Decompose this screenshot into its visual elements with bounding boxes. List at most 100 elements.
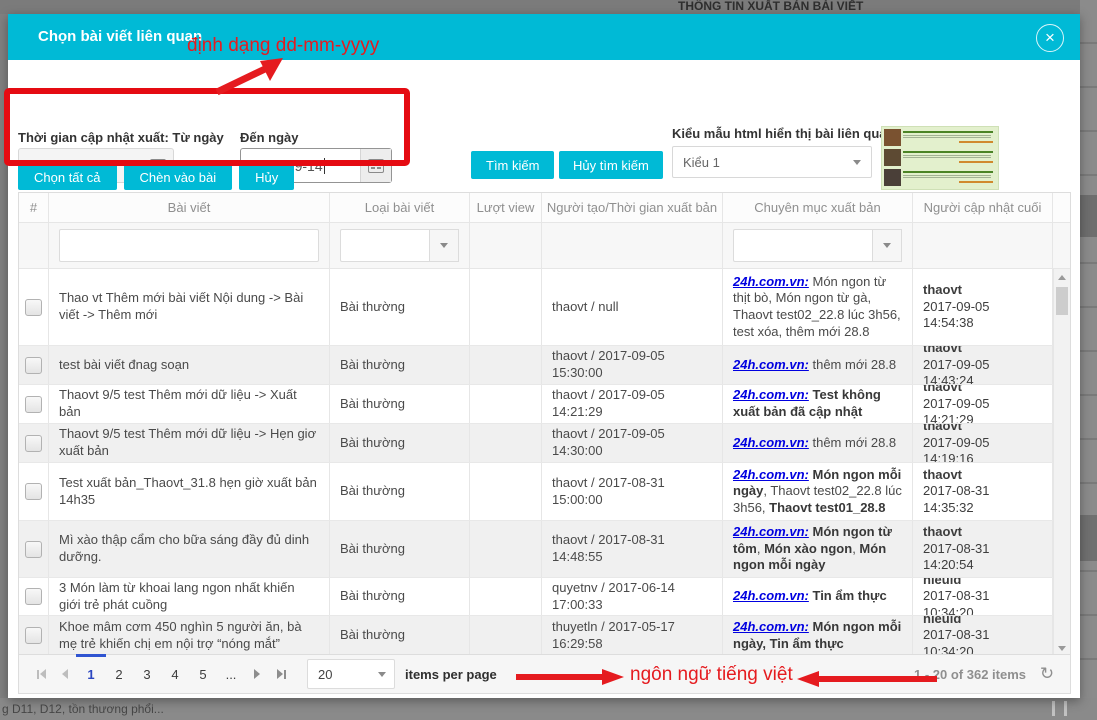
- article-title: Test xuất bản_Thaovt_31.8 hẹn giờ xuất b…: [49, 463, 330, 520]
- next-page-button[interactable]: [245, 661, 269, 687]
- page-size-value: 20: [318, 666, 333, 682]
- updater-name: hieuld: [923, 578, 962, 587]
- last-updater-cell: thaovt 2017-09-05 14:19:16: [913, 424, 1053, 462]
- dropdown-arrow-button[interactable]: [429, 229, 459, 262]
- creator-time: quyetnv / 2017-06-14 17:00:33: [542, 578, 723, 615]
- table-row: Mì xào thập cẩm cho bữa sáng đầy đủ dinh…: [19, 521, 1053, 578]
- updated-time: 2017-08-31 10:34:20: [923, 588, 990, 615]
- grid-rows: Thao vt Thêm mới bài viết Nội dung -> Bà…: [19, 269, 1053, 656]
- template-dropdown[interactable]: Kiểu 1: [672, 146, 872, 178]
- column-header: Người cập nhật cuối: [913, 193, 1053, 222]
- dropdown-field: [733, 229, 872, 262]
- previous-page-button[interactable]: [53, 661, 77, 687]
- background-right-strip: [1080, 0, 1097, 720]
- row-checkbox[interactable]: [25, 483, 42, 500]
- last-updater-cell: thaovt 2017-09-05 14:21:29: [913, 385, 1053, 423]
- article-type: Bài thường: [330, 346, 470, 384]
- checkbox-cell: [19, 616, 49, 655]
- page-ellipsis[interactable]: ...: [218, 661, 244, 687]
- first-page-button[interactable]: [29, 661, 53, 687]
- creator-time: thaovt / 2017-09-05 14:21:29: [542, 385, 723, 423]
- updated-time: 2017-09-05 14:19:16: [923, 434, 990, 462]
- category-link[interactable]: 24h.com.vn:: [733, 357, 809, 372]
- row-checkbox[interactable]: [25, 627, 42, 644]
- row-checkbox[interactable]: [25, 298, 42, 316]
- last-updater-cell: hieuld 2017-08-31 10:34:20: [913, 616, 1053, 655]
- chevron-down-icon: [883, 243, 891, 248]
- close-icon[interactable]: ×: [1036, 24, 1064, 52]
- page-button-2[interactable]: 2: [106, 661, 132, 687]
- background-divider: [1052, 701, 1055, 716]
- article-filter-input[interactable]: [59, 229, 319, 262]
- scrollbar-thumb[interactable]: [1056, 287, 1068, 315]
- category-cell: 24h.com.vn: Món ngon mỗi ngày, Tin ẩm th…: [723, 616, 913, 655]
- page-button-5[interactable]: 5: [190, 661, 216, 687]
- preview-row: [883, 128, 997, 147]
- first-page-icon: [39, 669, 46, 679]
- chevron-down-icon: [853, 159, 861, 165]
- checkbox-cell: [19, 385, 49, 423]
- updater-name: hieuld: [923, 616, 962, 626]
- article-type: Bài thường: [330, 385, 470, 423]
- page-button-4[interactable]: 4: [162, 661, 188, 687]
- updater-name: thaovt: [923, 282, 962, 298]
- views-cell: [470, 424, 542, 462]
- category-cell: 24h.com.vn: Món ngon từ thịt bò, Món ngo…: [723, 269, 913, 345]
- template-preview-image: [881, 126, 999, 190]
- cancel-search-button[interactable]: Hủy tìm kiếm: [559, 151, 663, 179]
- row-checkbox[interactable]: [25, 356, 42, 374]
- search-button[interactable]: Tìm kiếm: [471, 151, 555, 179]
- type-filter-dropdown[interactable]: [340, 229, 459, 262]
- category-link[interactable]: 24h.com.vn:: [733, 274, 809, 289]
- dialog-title: Chọn bài viết liên quan: [38, 28, 203, 45]
- scroll-up-icon[interactable]: [1054, 269, 1070, 285]
- preview-row: [883, 148, 997, 167]
- page-size-dropdown[interactable]: 20: [307, 659, 395, 689]
- row-checkbox[interactable]: [25, 434, 42, 452]
- category-link[interactable]: 24h.com.vn:: [733, 435, 809, 450]
- insert-button[interactable]: Chèn vào bài: [123, 164, 233, 190]
- page-button-1[interactable]: 1: [76, 654, 106, 687]
- column-header: Chuyên mục xuất bản: [723, 193, 913, 222]
- category-link[interactable]: 24h.com.vn:: [733, 588, 809, 603]
- category-name: thêm mới 28.8: [812, 356, 897, 372]
- category-link[interactable]: 24h.com.vn:: [733, 524, 809, 539]
- annotation-arrow-right: [516, 669, 624, 685]
- page-button-3[interactable]: 3: [134, 661, 160, 687]
- column-header: Bài viết: [49, 193, 330, 222]
- table-row: 3 Món làm từ khoai lang ngon nhất khiến …: [19, 578, 1053, 616]
- article-title: Thaovt 9/5 test Thêm mới dữ liệu -> Xuất…: [49, 385, 330, 423]
- filter-cell: [49, 223, 330, 268]
- row-checkbox[interactable]: [25, 395, 42, 413]
- category-filter-dropdown[interactable]: [733, 229, 902, 262]
- background-divider: [1064, 701, 1067, 716]
- category-cell: 24h.com.vn: Tin ẩm thực: [723, 578, 913, 615]
- last-updater-cell: thaovt 2017-09-05 14:43:24: [913, 346, 1053, 384]
- filter-cell: [470, 223, 542, 268]
- category-link[interactable]: 24h.com.vn:: [733, 619, 809, 634]
- category-link[interactable]: 24h.com.vn:: [733, 387, 809, 402]
- previous-page-icon: [62, 669, 68, 679]
- chevron-down-icon: [440, 243, 448, 248]
- chevron-down-icon: [378, 671, 386, 677]
- cancel-button[interactable]: Hủy: [239, 164, 295, 190]
- vertical-scrollbar[interactable]: [1053, 269, 1070, 656]
- row-checkbox[interactable]: [25, 540, 42, 558]
- views-cell: [470, 385, 542, 423]
- dropdown-arrow-button[interactable]: [872, 229, 902, 262]
- filter-cell: [542, 223, 723, 268]
- filter-cell: [330, 223, 470, 268]
- updater-name: thaovt: [923, 524, 962, 540]
- last-page-button[interactable]: [269, 661, 293, 687]
- grid-header-row: # Bài viết Loại bài viết Lượt view Người tạo…: [19, 193, 1070, 223]
- category-link[interactable]: 24h.com.vn:: [733, 467, 809, 482]
- checkbox-cell: [19, 578, 49, 615]
- select-all-button[interactable]: Chọn tất cả: [18, 164, 117, 190]
- annotation-arrow-left: [797, 671, 937, 687]
- updated-time: 2017-08-31 10:34:20: [923, 627, 990, 655]
- refresh-icon[interactable]: ↻: [1034, 661, 1060, 687]
- annotation-rectangle: [4, 88, 410, 166]
- article-type: Bài thường: [330, 578, 470, 615]
- article-title: 3 Món làm từ khoai lang ngon nhất khiến …: [49, 578, 330, 615]
- row-checkbox[interactable]: [25, 588, 42, 605]
